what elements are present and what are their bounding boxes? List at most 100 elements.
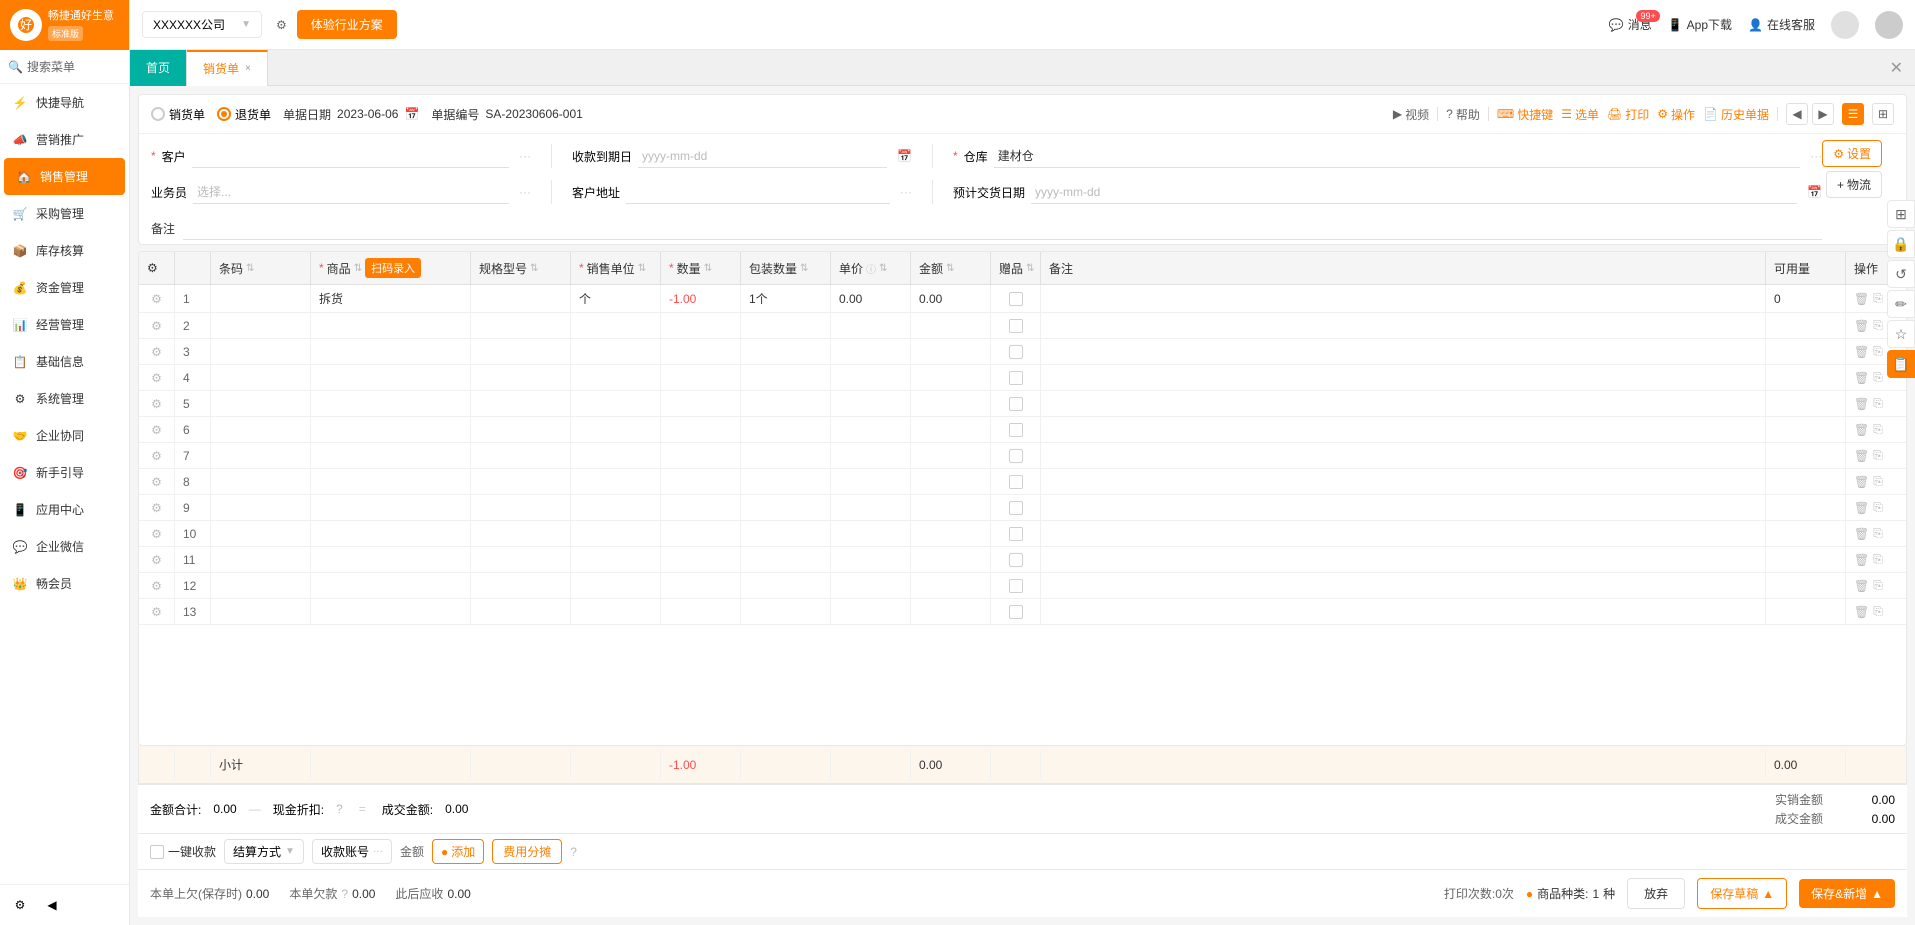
online-service-button[interactable]: 👤 在线客服 [1748,16,1815,33]
td-settings-4[interactable]: ⚙ [139,391,175,416]
gift-checkbox-3[interactable] [1009,371,1023,385]
sidebar-item-purchase[interactable]: 🛒 采购管理 [0,195,129,232]
td-product-7[interactable] [311,469,471,494]
gift-checkbox-9[interactable] [1009,527,1023,541]
td-unit-9[interactable] [571,521,661,546]
spec-sort-icon[interactable]: ⇅ [530,263,538,274]
sidebar-search[interactable]: 🔍 搜索菜单 [0,50,129,84]
td-qty-3[interactable] [661,365,741,390]
td-product-4[interactable] [311,391,471,416]
customer-addr-dots[interactable]: ··· [900,185,912,199]
td-price-6[interactable] [831,443,911,468]
td-gift-4[interactable] [991,391,1041,416]
td-gift-1[interactable] [991,313,1041,338]
td-remark-8[interactable] [1041,495,1766,520]
td-product-1[interactable] [311,313,471,338]
td-gift-0[interactable] [991,285,1041,312]
th-settings[interactable]: ⚙ [139,252,175,284]
barcode-sort-icon[interactable]: ⇅ [246,263,254,274]
td-settings-0[interactable]: ⚙ [139,285,175,312]
unit-sort-icon[interactable]: ⇅ [638,263,646,274]
toolbar-operate[interactable]: ⚙ 操作 [1657,106,1695,123]
customer-input[interactable] [192,144,509,168]
td-unit-4[interactable] [571,391,661,416]
td-amount-9[interactable] [911,521,991,546]
expense-button[interactable]: 费用分摊 [492,839,562,864]
delete-icon-2[interactable]: 🗑 [1854,345,1869,359]
copy-icon-7[interactable]: ⎘ [1873,474,1883,489]
td-qty-2[interactable] [661,339,741,364]
td-spec-3[interactable] [471,365,571,390]
td-barcode-12[interactable] [211,599,311,624]
customer-addr-input[interactable] [626,180,890,204]
td-product-3[interactable] [311,365,471,390]
pay-account-select[interactable]: 收款账号 ··· [312,839,392,864]
discount-info-icon[interactable]: ? [336,802,343,816]
add-payment-button[interactable]: ● 添加 [432,839,484,864]
save-new-button[interactable]: 保存&新增 ▲ [1799,879,1895,908]
td-barcode-9[interactable] [211,521,311,546]
delete-icon-6[interactable]: 🗑 [1854,449,1869,463]
td-barcode-6[interactable] [211,443,311,468]
trial-button[interactable]: 体验行业方案 [297,10,397,39]
qty-sort-icon[interactable]: ⇅ [704,263,712,274]
td-pkgqty-2[interactable] [741,339,831,364]
td-spec-2[interactable] [471,339,571,364]
td-product-11[interactable] [311,573,471,598]
radio-return[interactable]: 退货单 [217,106,271,123]
td-settings-6[interactable]: ⚙ [139,443,175,468]
td-pkgqty-0[interactable]: 1个 [741,285,831,312]
td-gift-9[interactable] [991,521,1041,546]
gift-checkbox-2[interactable] [1009,345,1023,359]
gift-checkbox-4[interactable] [1009,397,1023,411]
td-price-9[interactable] [831,521,911,546]
td-amount-7[interactable] [911,469,991,494]
td-unit-6[interactable] [571,443,661,468]
td-amount-3[interactable] [911,365,991,390]
td-price-7[interactable] [831,469,911,494]
td-gift-7[interactable] [991,469,1041,494]
close-window-icon[interactable]: ✕ [1890,58,1903,78]
view-list-btn[interactable]: ☰ [1842,103,1864,125]
due-date-calendar-icon[interactable]: 📅 [897,149,912,163]
due-date-input[interactable]: yyyy-mm-dd [638,144,887,168]
td-pkgqty-4[interactable] [741,391,831,416]
td-unit-8[interactable] [571,495,661,520]
td-qty-11[interactable] [661,573,741,598]
app-download-button[interactable]: 📱 App下载 [1668,16,1732,33]
td-gift-8[interactable] [991,495,1041,520]
td-unit-12[interactable] [571,599,661,624]
td-spec-11[interactable] [471,573,571,598]
payment-help-icon[interactable]: ? [570,845,577,859]
td-price-2[interactable] [831,339,911,364]
discard-button[interactable]: 放弃 [1627,878,1685,909]
scan-button[interactable]: 扫码录入 [365,258,421,278]
salesperson-input[interactable]: 选择... [193,180,509,204]
td-spec-12[interactable] [471,599,571,624]
td-spec-1[interactable] [471,313,571,338]
delete-icon-5[interactable]: 🗑 [1854,423,1869,437]
one-click-pay[interactable]: 一键收款 [150,843,216,860]
td-amount-5[interactable] [911,417,991,442]
td-qty-7[interactable] [661,469,741,494]
sidebar-item-basic[interactable]: 📋 基础信息 [0,343,129,380]
td-settings-1[interactable]: ⚙ [139,313,175,338]
td-pkgqty-10[interactable] [741,547,831,572]
user-avatar-2[interactable] [1875,11,1903,39]
td-remark-5[interactable] [1041,417,1766,442]
td-product-10[interactable] [311,547,471,572]
expected-date-input[interactable]: yyyy-mm-dd [1031,180,1797,204]
td-gift-2[interactable] [991,339,1041,364]
radio-sales[interactable]: 销货单 [151,106,205,123]
td-amount-1[interactable] [911,313,991,338]
td-settings-12[interactable]: ⚙ [139,599,175,624]
td-price-0[interactable]: 0.00 [831,285,911,312]
td-settings-5[interactable]: ⚙ [139,417,175,442]
td-spec-4[interactable] [471,391,571,416]
td-barcode-2[interactable] [211,339,311,364]
sidebar-item-guide[interactable]: 🎯 新手引导 [0,454,129,491]
settings-button[interactable]: ⚙ 设置 [1822,140,1882,167]
toolbar-video[interactable]: ▶ 视频 [1393,106,1429,123]
td-price-8[interactable] [831,495,911,520]
td-unit-10[interactable] [571,547,661,572]
